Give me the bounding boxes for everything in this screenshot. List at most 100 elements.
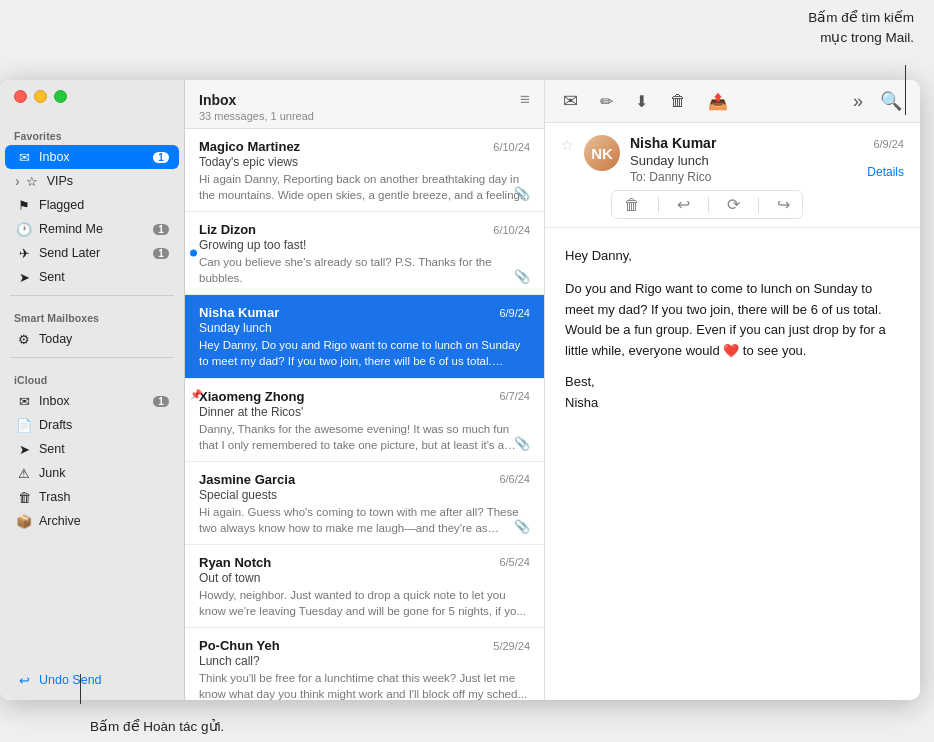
more-toolbar-icon[interactable]: » <box>853 91 862 112</box>
move-toolbar-icon[interactable]: 📤 <box>704 90 732 113</box>
sidebar-item-sent[interactable]: ➤ Sent <box>5 265 179 289</box>
sidebar-item-junk-label: Junk <box>39 466 169 480</box>
smart-mailboxes-section-label: Smart Mailboxes <box>0 302 184 327</box>
detail-date: 6/9/24 <box>873 138 904 150</box>
sidebar-item-today[interactable]: ⚙ Today <box>5 327 179 351</box>
icloud-inbox-badge: 1 <box>153 396 169 407</box>
sidebar-item-icloud-inbox[interactable]: ✉ Inbox 1 <box>5 389 179 413</box>
message-item[interactable]: Liz Dizon 6/10/24 Growing up too fast! C… <box>185 212 544 295</box>
detail-body: Hey Danny, Do you and Rigo want to come … <box>545 228 920 700</box>
message-item[interactable]: 📌 Xiaomeng Zhong 6/7/24 Dinner at the Ri… <box>185 379 544 462</box>
send-later-badge: 1 <box>153 248 169 259</box>
sidebar-item-send-later[interactable]: ✈ Send Later 1 <box>5 241 179 265</box>
minimize-button[interactable] <box>34 90 47 103</box>
divider2 <box>708 197 709 213</box>
msg-subject: Out of town <box>199 571 530 585</box>
reply-all-action-icon[interactable]: ↩ <box>677 195 690 214</box>
archive-toolbar-icon[interactable]: ⬇ <box>631 90 652 113</box>
callout-top-right: Bấm để tìm kiếm mục trong Mail. <box>808 8 914 49</box>
msg-preview: Hi again Danny, Reporting back on anothe… <box>199 171 530 203</box>
flag-icon: ⚑ <box>15 197 33 213</box>
msg-preview: Howdy, neighbor. Just wanted to drop a q… <box>199 587 530 619</box>
sidebar-divider-2 <box>10 357 174 358</box>
sidebar-item-remind-me[interactable]: 🕐 Remind Me 1 <box>5 217 179 241</box>
search-toolbar-icon[interactable]: 🔍 <box>876 88 906 114</box>
favorites-section-label: Favorites <box>0 120 184 145</box>
inbox-icon: ✉ <box>15 149 33 165</box>
sidebar-item-inbox[interactable]: ✉ Inbox 1 <box>5 145 179 169</box>
close-button[interactable] <box>14 90 27 103</box>
app-window: Favorites ✉ Inbox 1 ☆ VIPs ⚑ Flagged 🕐 R… <box>0 80 920 700</box>
sidebar-item-trash[interactable]: 🗑 Trash <box>5 485 179 509</box>
attachment-icon: 📎 <box>514 519 530 534</box>
msg-date: 6/7/24 <box>499 390 530 402</box>
msg-subject: Today's epic views <box>199 155 530 169</box>
edit-icon[interactable]: ✏ <box>596 90 617 113</box>
detail-to: To: Danny Rico <box>630 170 904 184</box>
detail-panel: ✉ ✏ ⬇ 🗑 📤 » 🔍 ☆ NK Nisha Kumar 6/9/24 Su… <box>545 80 920 700</box>
detail-toolbar: ✉ ✏ ⬇ 🗑 📤 » 🔍 <box>545 80 920 123</box>
msg-date: 6/10/24 <box>493 141 530 153</box>
star-icon: ☆ <box>23 173 41 189</box>
sidebar-divider-1 <box>10 295 174 296</box>
sidebar-item-drafts[interactable]: 📄 Drafts <box>5 413 179 437</box>
inbox-badge: 1 <box>153 152 169 163</box>
callout-bottom-left: Bấm để Hoàn tác gửi. <box>90 718 224 734</box>
msg-date: 6/9/24 <box>499 307 530 319</box>
msg-sender: Liz Dizon <box>199 222 256 237</box>
detail-subject: Sunday lunch <box>630 153 904 168</box>
sidebar-item-flagged[interactable]: ⚑ Flagged <box>5 193 179 217</box>
msg-subject: Dinner at the Ricos' <box>199 405 530 419</box>
sidebar-item-flagged-label: Flagged <box>39 198 169 212</box>
forward-action-icon[interactable]: ⟳ <box>727 195 740 214</box>
sidebar-item-junk[interactable]: ⚠ Junk <box>5 461 179 485</box>
message-item[interactable]: Ryan Notch 6/5/24 Out of town Howdy, nei… <box>185 545 544 628</box>
sidebar-item-inbox-label: Inbox <box>39 150 153 164</box>
sidebar-item-archive-label: Archive <box>39 514 169 528</box>
msg-subject: Lunch call? <box>199 654 530 668</box>
sidebar-item-archive[interactable]: 📦 Archive <box>5 509 179 533</box>
reply-action-icon[interactable]: 🗑 <box>624 196 640 214</box>
drafts-icon: 📄 <box>15 417 33 433</box>
more-action-icon[interactable]: ↪ <box>777 195 790 214</box>
attachment-icon: 📎 <box>514 186 530 201</box>
sidebar-item-vips[interactable]: ☆ VIPs <box>5 169 179 193</box>
maximize-button[interactable] <box>54 90 67 103</box>
undo-send-label: Undo Send <box>39 673 169 687</box>
divider1 <box>658 197 659 213</box>
filter-icon[interactable]: ≡ <box>520 90 530 110</box>
message-list-panel: Inbox ≡ 33 messages, 1 unread Magico Mar… <box>185 80 545 700</box>
sidebar-item-sent-label: Sent <box>39 270 169 284</box>
junk-icon: ⚠ <box>15 465 33 481</box>
msg-sender: Ryan Notch <box>199 555 271 570</box>
msg-sender: Jasmine Garcia <box>199 472 295 487</box>
body-greeting: Hey Danny, <box>565 246 900 267</box>
msg-date: 6/6/24 <box>499 473 530 485</box>
star-button[interactable]: ☆ <box>561 137 574 153</box>
today-icon: ⚙ <box>15 331 33 347</box>
unread-dot <box>190 250 197 257</box>
attachment-icon: 📎 <box>514 269 530 284</box>
undo-send-icon: ↩ <box>15 672 33 688</box>
message-item[interactable]: Magico Martinez 6/10/24 Today's epic vie… <box>185 129 544 212</box>
detail-header: ☆ NK Nisha Kumar 6/9/24 Sunday lunch To:… <box>545 123 920 228</box>
message-item[interactable]: Nisha Kumar 6/9/24 Sunday lunch Hey Dann… <box>185 295 544 378</box>
msg-sender: Magico Martinez <box>199 139 300 154</box>
msg-preview: Hi again. Guess who's coming to town wit… <box>199 504 530 536</box>
sidebar-item-remind-me-label: Remind Me <box>39 222 153 236</box>
message-list: Magico Martinez 6/10/24 Today's epic vie… <box>185 129 544 700</box>
details-link[interactable]: Details <box>867 165 904 179</box>
callout-line-bottom <box>80 674 81 704</box>
sidebar-item-icloud-sent[interactable]: ➤ Sent <box>5 437 179 461</box>
undo-send-button[interactable]: ↩ Undo Send <box>5 668 179 692</box>
trash-icon: 🗑 <box>15 489 33 505</box>
msg-date: 5/29/24 <box>493 640 530 652</box>
msg-subject: Sunday lunch <box>199 321 530 335</box>
compose-icon[interactable]: ✉ <box>559 88 582 114</box>
message-item[interactable]: Po-Chun Yeh 5/29/24 Lunch call? Think yo… <box>185 628 544 700</box>
delete-toolbar-icon[interactable]: 🗑 <box>666 90 690 112</box>
sidebar-item-icloud-sent-label: Sent <box>39 442 169 456</box>
list-header-subtitle: 33 messages, 1 unread <box>199 110 530 122</box>
message-item[interactable]: Jasmine Garcia 6/6/24 Special guests Hi … <box>185 462 544 545</box>
msg-preview: Danny, Thanks for the awesome evening! I… <box>199 421 530 453</box>
